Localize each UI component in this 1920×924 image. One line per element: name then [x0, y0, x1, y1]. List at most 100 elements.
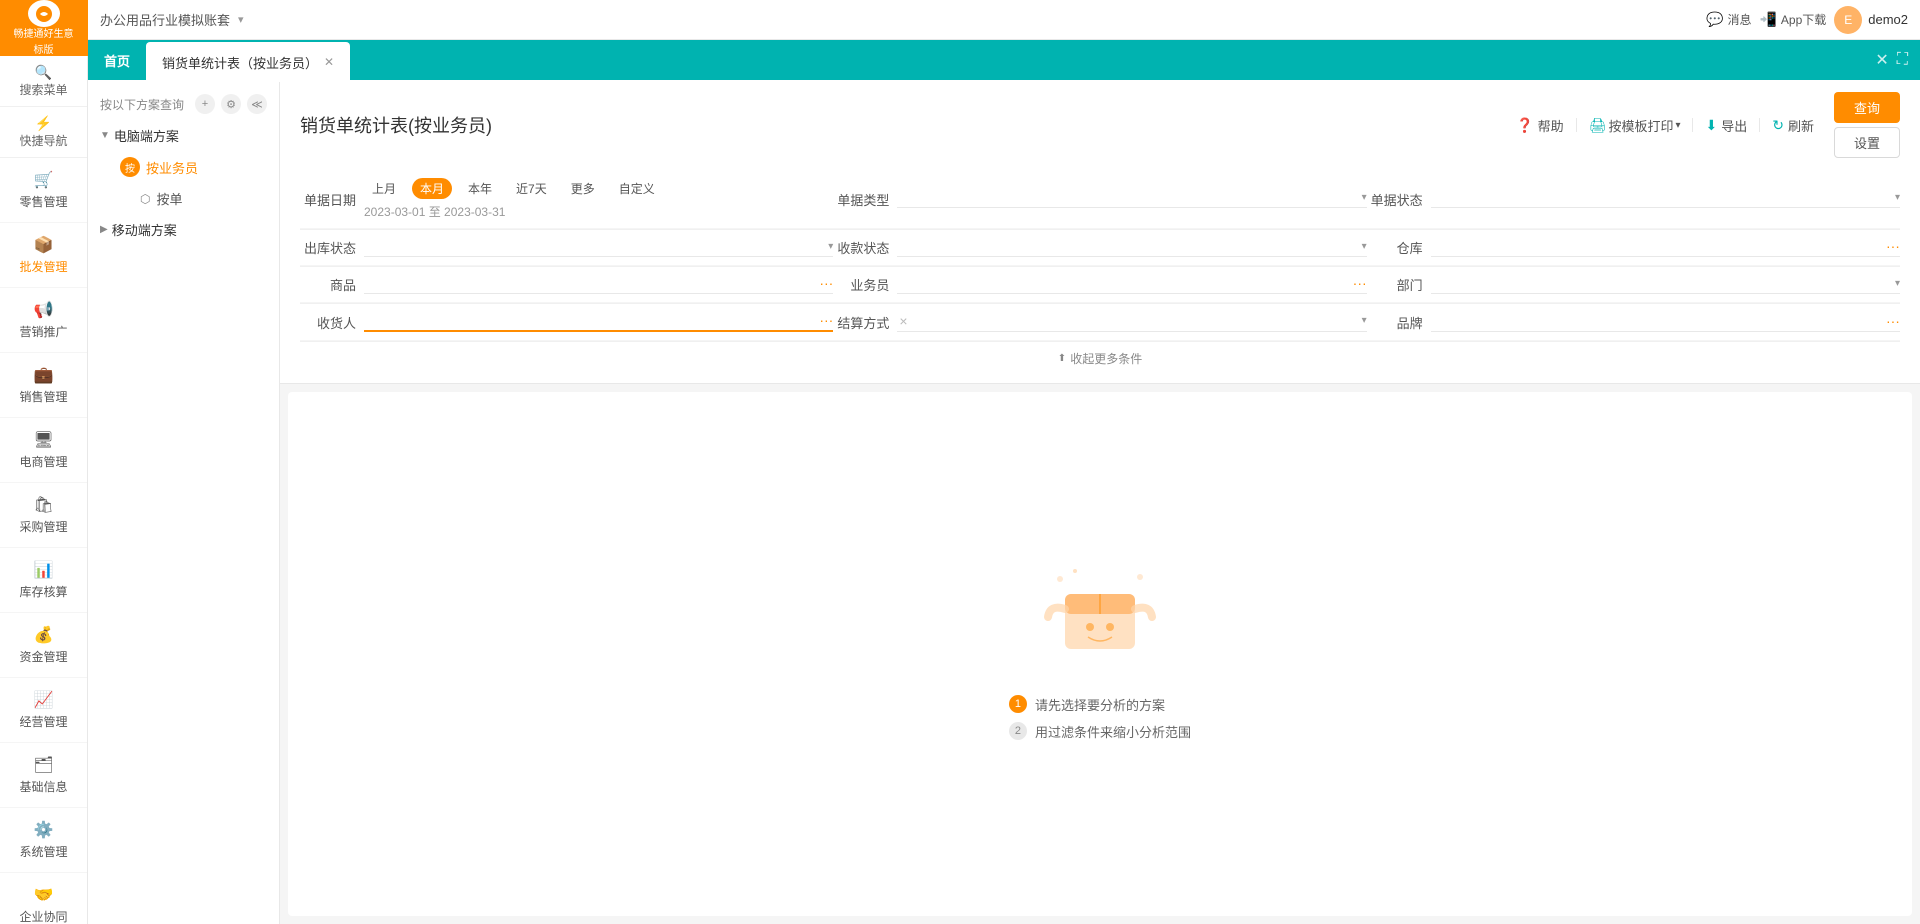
doc-type-down-icon[interactable]: ▾: [1362, 192, 1367, 203]
warehouse-input[interactable]: ···: [1431, 238, 1900, 257]
warehouse-field[interactable]: [1431, 239, 1886, 254]
left-panel: 按以下方案查询 + ⚙ ≪ ▼ 电脑端方案 按 按业务员 ⬡ 按: [88, 80, 280, 924]
action-divider-2: [1692, 118, 1693, 132]
sidebar-item-basic[interactable]: 🗂 基础信息: [0, 743, 87, 808]
receiver-field[interactable]: [364, 313, 819, 328]
receipt-status-field[interactable]: [897, 239, 1361, 254]
out-status-input[interactable]: ▾: [364, 239, 833, 257]
date-btn-custom[interactable]: 自定义: [611, 178, 663, 199]
user-name: demo2: [1868, 12, 1908, 27]
sidebar-item-operations[interactable]: 📈 经营管理: [0, 678, 87, 743]
dept-input[interactable]: ▾: [1431, 276, 1900, 294]
empty-illustration: [1040, 559, 1160, 679]
sidebar-item-sales[interactable]: 💼 销售管理: [0, 353, 87, 418]
mobile-section-header[interactable]: ▶ 移动端方案: [88, 214, 279, 245]
brand-field[interactable]: [1431, 313, 1886, 328]
date-btn-last-month[interactable]: 上月: [364, 178, 404, 199]
pc-section-header[interactable]: ▼ 电脑端方案: [88, 120, 279, 151]
sidebar-item-purchase[interactable]: 🛍 采购管理: [0, 483, 87, 548]
tab-home[interactable]: 首页: [88, 40, 146, 80]
page-header: 销货单统计表(按业务员) ❓ 帮助 🖨 按模板打印 ▾: [280, 80, 1920, 384]
tab-close-icon[interactable]: ✕: [324, 55, 334, 69]
sales-icon: 💼: [34, 365, 54, 385]
dept-field[interactable]: [1431, 276, 1895, 291]
receipt-status-input[interactable]: ▾: [897, 239, 1366, 257]
sidebar-item-enterprise[interactable]: 🤝 企业协同: [0, 873, 87, 924]
payment-method-input[interactable]: × ▾: [897, 313, 1366, 332]
refresh-icon: ↻: [1772, 117, 1784, 134]
filter-receiver: 收货人 ···: [300, 304, 833, 341]
date-btn-more[interactable]: 更多: [563, 178, 603, 199]
payment-method-clear[interactable]: ×: [897, 313, 909, 329]
sidebar-item-system[interactable]: ⚙️ 系统管理: [0, 808, 87, 873]
tab-maximize[interactable]: ⛶: [1897, 51, 1908, 69]
by-salesperson-item[interactable]: 按 按业务员: [88, 151, 279, 183]
payment-method-down-icon[interactable]: ▾: [1362, 315, 1367, 326]
settings-button[interactable]: 设置: [1834, 127, 1900, 158]
app-name: 畅捷通好生意: [14, 29, 74, 41]
brand-input[interactable]: ···: [1431, 313, 1900, 332]
help-icon: ❓: [1516, 117, 1533, 134]
sidebar-item-inventory[interactable]: 📊 库存核算: [0, 548, 87, 613]
salesperson-field[interactable]: [897, 276, 1352, 291]
salesperson-dots-btn[interactable]: ···: [1353, 275, 1367, 291]
export-btn[interactable]: ⬇ 导出: [1705, 116, 1747, 135]
tab-close-window[interactable]: ✕: [1875, 50, 1888, 70]
date-btn-this-year[interactable]: 本年: [460, 178, 500, 199]
collapse-bar[interactable]: ⬆ 收起更多条件: [300, 342, 1900, 375]
brand-dots-btn[interactable]: ···: [1886, 313, 1900, 329]
doc-type-field[interactable]: [897, 190, 1361, 205]
doc-status-field[interactable]: [1431, 190, 1895, 205]
system-icon: ⚙️: [34, 820, 54, 840]
export-label: 导出: [1721, 116, 1747, 135]
sidebar-nav: 🛒 零售管理 📦 批发管理 📢 营销推广 💼 销售管理 🖥 电商管理 🛍 采购管…: [0, 158, 87, 924]
tabbar: 首页 销货单统计表（按业务员） ✕ ✕ ⛶: [88, 40, 1920, 80]
date-btn-7days[interactable]: 近7天: [508, 178, 555, 199]
out-status-down-icon[interactable]: ▾: [828, 241, 833, 252]
settings-scheme-btn[interactable]: ⚙: [221, 94, 241, 114]
print-btn[interactable]: 🖨 按模板打印 ▾: [1589, 116, 1681, 135]
topbar-messages[interactable]: 💬 消息: [1706, 11, 1751, 28]
retail-label: 零售管理: [19, 193, 67, 210]
app-subtitle: 标版: [34, 41, 54, 56]
msg-label: 消息: [1727, 11, 1751, 28]
salesperson-input[interactable]: ···: [897, 275, 1366, 294]
tab-sales-stat[interactable]: 销货单统计表（按业务员） ✕: [146, 42, 350, 82]
sidebar: 畅捷通好生意 标版 🔍 搜索菜单 ⚡ 快捷导航 🛒 零售管理 📦 批发管理 📢 …: [0, 0, 88, 924]
operations-label: 经营管理: [19, 713, 67, 730]
receiver-dots-btn[interactable]: ···: [819, 312, 833, 328]
goods-dots-btn[interactable]: ···: [819, 275, 833, 291]
dept-down-icon[interactable]: ▾: [1895, 278, 1900, 289]
wholesale-icon: 📦: [34, 235, 54, 255]
out-status-field[interactable]: [364, 239, 828, 254]
doc-status-input[interactable]: ▾: [1431, 190, 1900, 208]
receipt-status-down-icon[interactable]: ▾: [1362, 241, 1367, 252]
sidebar-search[interactable]: 🔍 搜索菜单: [0, 56, 87, 107]
help-btn[interactable]: ❓ 帮助: [1516, 116, 1563, 135]
sidebar-item-marketing[interactable]: 📢 营销推广: [0, 288, 87, 353]
sidebar-item-finance[interactable]: 💰 资金管理: [0, 613, 87, 678]
goods-field[interactable]: [364, 276, 819, 291]
retail-icon: 🛒: [34, 170, 54, 190]
sidebar-item-retail[interactable]: 🛒 零售管理: [0, 158, 87, 223]
refresh-btn[interactable]: ↻ 刷新: [1772, 116, 1814, 135]
sidebar-quick-nav[interactable]: ⚡ 快捷导航: [0, 107, 87, 158]
inventory-icon: 📊: [34, 560, 54, 580]
warehouse-dots-btn[interactable]: ···: [1886, 238, 1900, 254]
marketing-icon: 📢: [34, 300, 54, 320]
by-order-item[interactable]: ⬡ 按单: [88, 183, 279, 214]
doc-status-down-icon[interactable]: ▾: [1895, 192, 1900, 203]
date-options: 上月 本月 本年 近7天 更多 自定义: [364, 178, 833, 199]
sidebar-item-ecommerce[interactable]: 🖥 电商管理: [0, 418, 87, 483]
date-btn-this-month[interactable]: 本月: [412, 178, 452, 199]
query-button[interactable]: 查询: [1834, 92, 1900, 123]
topbar-app-download[interactable]: 📲 App下载: [1759, 11, 1826, 28]
receiver-input[interactable]: ···: [364, 312, 833, 332]
add-scheme-btn[interactable]: +: [195, 94, 215, 114]
collapse-panel-btn[interactable]: ≪: [247, 94, 267, 114]
breadcrumb-dropdown[interactable]: ▾: [238, 13, 244, 26]
topbar-user[interactable]: E demo2: [1834, 6, 1908, 34]
goods-input[interactable]: ···: [364, 275, 833, 294]
doc-type-input[interactable]: ▾: [897, 190, 1366, 208]
sidebar-item-wholesale[interactable]: 📦 批发管理: [0, 223, 87, 288]
